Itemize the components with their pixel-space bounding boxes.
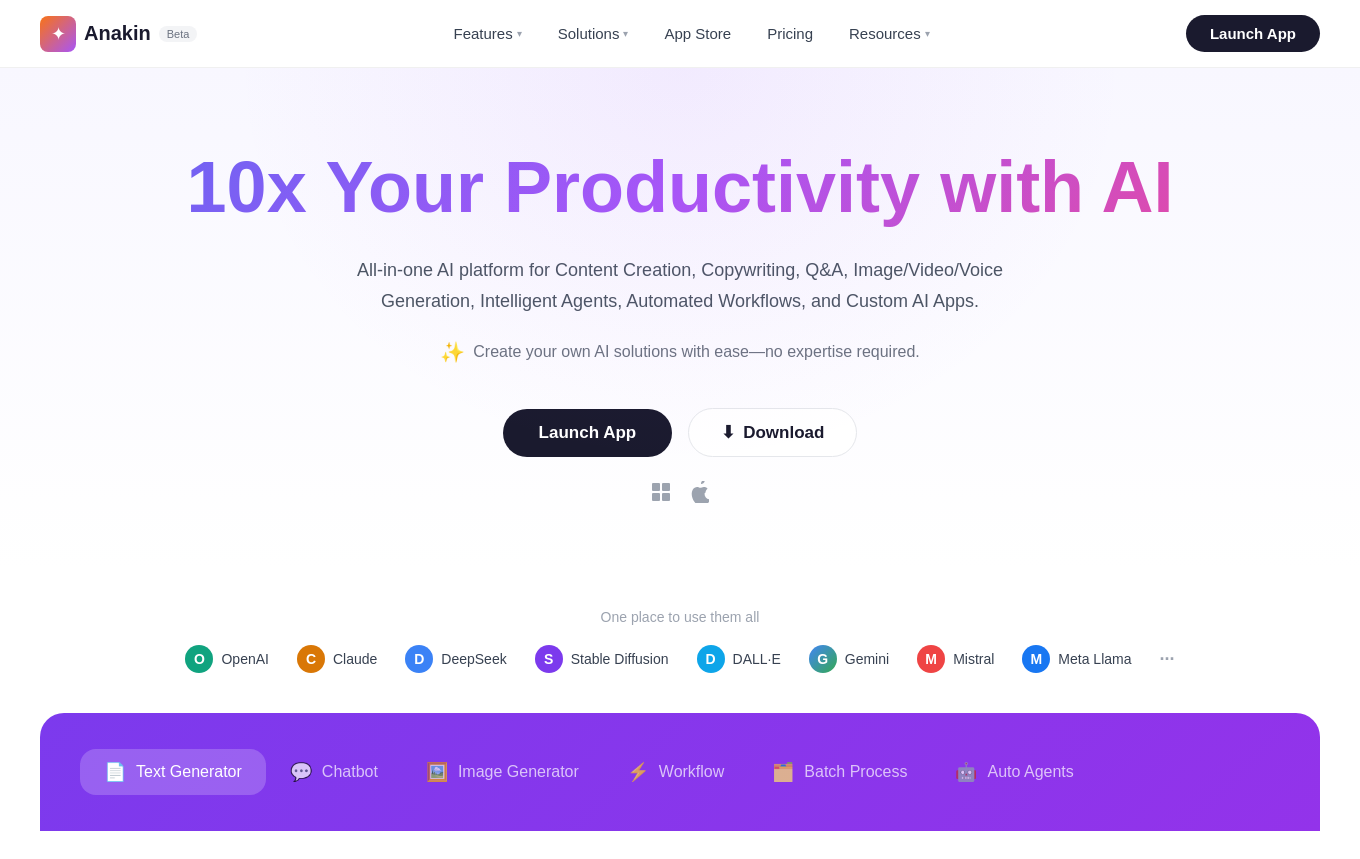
hero-buttons: Launch App ⬇ Download	[40, 408, 1320, 457]
tab-text-generator[interactable]: 📄 Text Generator	[80, 749, 266, 795]
more-logos: ···	[1160, 649, 1175, 670]
nav-app-store[interactable]: App Store	[650, 17, 745, 50]
openai-label: OpenAI	[221, 651, 268, 667]
sd-icon: S	[535, 645, 563, 673]
ai-logo-meta[interactable]: M Meta Llama	[1022, 645, 1131, 673]
launch-app-button[interactable]: Launch App	[1186, 15, 1320, 52]
batch-process-icon: 🗂️	[772, 761, 794, 783]
tab-batch-process[interactable]: 🗂️ Batch Process	[748, 749, 931, 795]
chatbot-label: Chatbot	[322, 763, 378, 781]
logo-group[interactable]: ✦ Anakin Beta	[40, 16, 197, 52]
beta-badge: Beta	[159, 26, 198, 42]
text-generator-icon: 📄	[104, 761, 126, 783]
chevron-down-icon: ▾	[623, 28, 628, 39]
openai-icon: O	[185, 645, 213, 673]
image-generator-label: Image Generator	[458, 763, 579, 781]
hero-title: 10x Your Productivity with AI	[40, 148, 1320, 227]
deepseek-label: DeepSeek	[441, 651, 506, 667]
ai-logos-label: One place to use them all	[40, 609, 1320, 625]
ai-logo-deepseek[interactable]: D DeepSeek	[405, 645, 506, 673]
ai-logo-mistral[interactable]: M Mistral	[917, 645, 994, 673]
claude-label: Claude	[333, 651, 377, 667]
ai-logo-sd[interactable]: S Stable Diffusion	[535, 645, 669, 673]
auto-agents-label: Auto Agents	[987, 763, 1073, 781]
logo-name: Anakin	[84, 22, 151, 45]
hero-sparkle-text: ✨ Create your own AI solutions with ease…	[40, 340, 1320, 364]
nav-solutions[interactable]: Solutions ▾	[544, 17, 643, 50]
windows-icon	[651, 482, 671, 508]
batch-process-label: Batch Process	[804, 763, 907, 781]
nav-links: Features ▾ Solutions ▾ App Store Pricing…	[440, 17, 944, 50]
download-icon: ⬇	[721, 422, 735, 443]
workflow-icon: ⚡	[627, 761, 649, 783]
sparkle-icon: ✨	[440, 340, 465, 364]
svg-rect-3	[662, 493, 670, 501]
svg-rect-1	[662, 483, 670, 491]
tab-auto-agents[interactable]: 🤖 Auto Agents	[931, 749, 1097, 795]
mistral-icon: M	[917, 645, 945, 673]
hero-launch-button[interactable]: Launch App	[503, 409, 673, 457]
chevron-down-icon: ▾	[925, 28, 930, 39]
feature-tabs-section: 📄 Text Generator 💬 Chatbot 🖼️ Image Gene…	[40, 713, 1320, 831]
mistral-label: Mistral	[953, 651, 994, 667]
ai-logo-dalle[interactable]: D DALL·E	[697, 645, 781, 673]
workflow-label: Workflow	[659, 763, 725, 781]
apple-icon	[691, 481, 709, 509]
gemini-label: Gemini	[845, 651, 889, 667]
tab-image-generator[interactable]: 🖼️ Image Generator	[402, 749, 603, 795]
dalle-icon: D	[697, 645, 725, 673]
svg-rect-0	[652, 483, 660, 491]
svg-rect-2	[652, 493, 660, 501]
claude-icon: C	[297, 645, 325, 673]
dalle-label: DALL·E	[733, 651, 781, 667]
nav-resources[interactable]: Resources ▾	[835, 17, 944, 50]
meta-label: Meta Llama	[1058, 651, 1131, 667]
platform-icons-row	[40, 481, 1320, 509]
nav-pricing[interactable]: Pricing	[753, 17, 827, 50]
nav-features[interactable]: Features ▾	[440, 17, 536, 50]
ai-logo-gemini[interactable]: G Gemini	[809, 645, 889, 673]
sd-label: Stable Diffusion	[571, 651, 669, 667]
text-generator-label: Text Generator	[136, 763, 242, 781]
ai-logos-row: O OpenAI C Claude D DeepSeek S Stable Di…	[40, 645, 1320, 673]
hero-section: 10x Your Productivity with AI All-in-one…	[0, 68, 1360, 569]
ai-logos-section: One place to use them all O OpenAI C Cla…	[0, 569, 1360, 693]
tab-workflow[interactable]: ⚡ Workflow	[603, 749, 749, 795]
hero-subtitle: All-in-one AI platform for Content Creat…	[310, 255, 1050, 316]
deepseek-icon: D	[405, 645, 433, 673]
chatbot-icon: 💬	[290, 761, 312, 783]
navbar: ✦ Anakin Beta Features ▾ Solutions ▾ App…	[0, 0, 1360, 68]
image-generator-icon: 🖼️	[426, 761, 448, 783]
ai-logo-claude[interactable]: C Claude	[297, 645, 377, 673]
gemini-icon: G	[809, 645, 837, 673]
auto-agents-icon: 🤖	[955, 761, 977, 783]
ai-logo-openai[interactable]: O OpenAI	[185, 645, 268, 673]
meta-icon: M	[1022, 645, 1050, 673]
hero-download-button[interactable]: ⬇ Download	[688, 408, 857, 457]
logo-icon: ✦	[40, 16, 76, 52]
chevron-down-icon: ▾	[517, 28, 522, 39]
tab-chatbot[interactable]: 💬 Chatbot	[266, 749, 402, 795]
